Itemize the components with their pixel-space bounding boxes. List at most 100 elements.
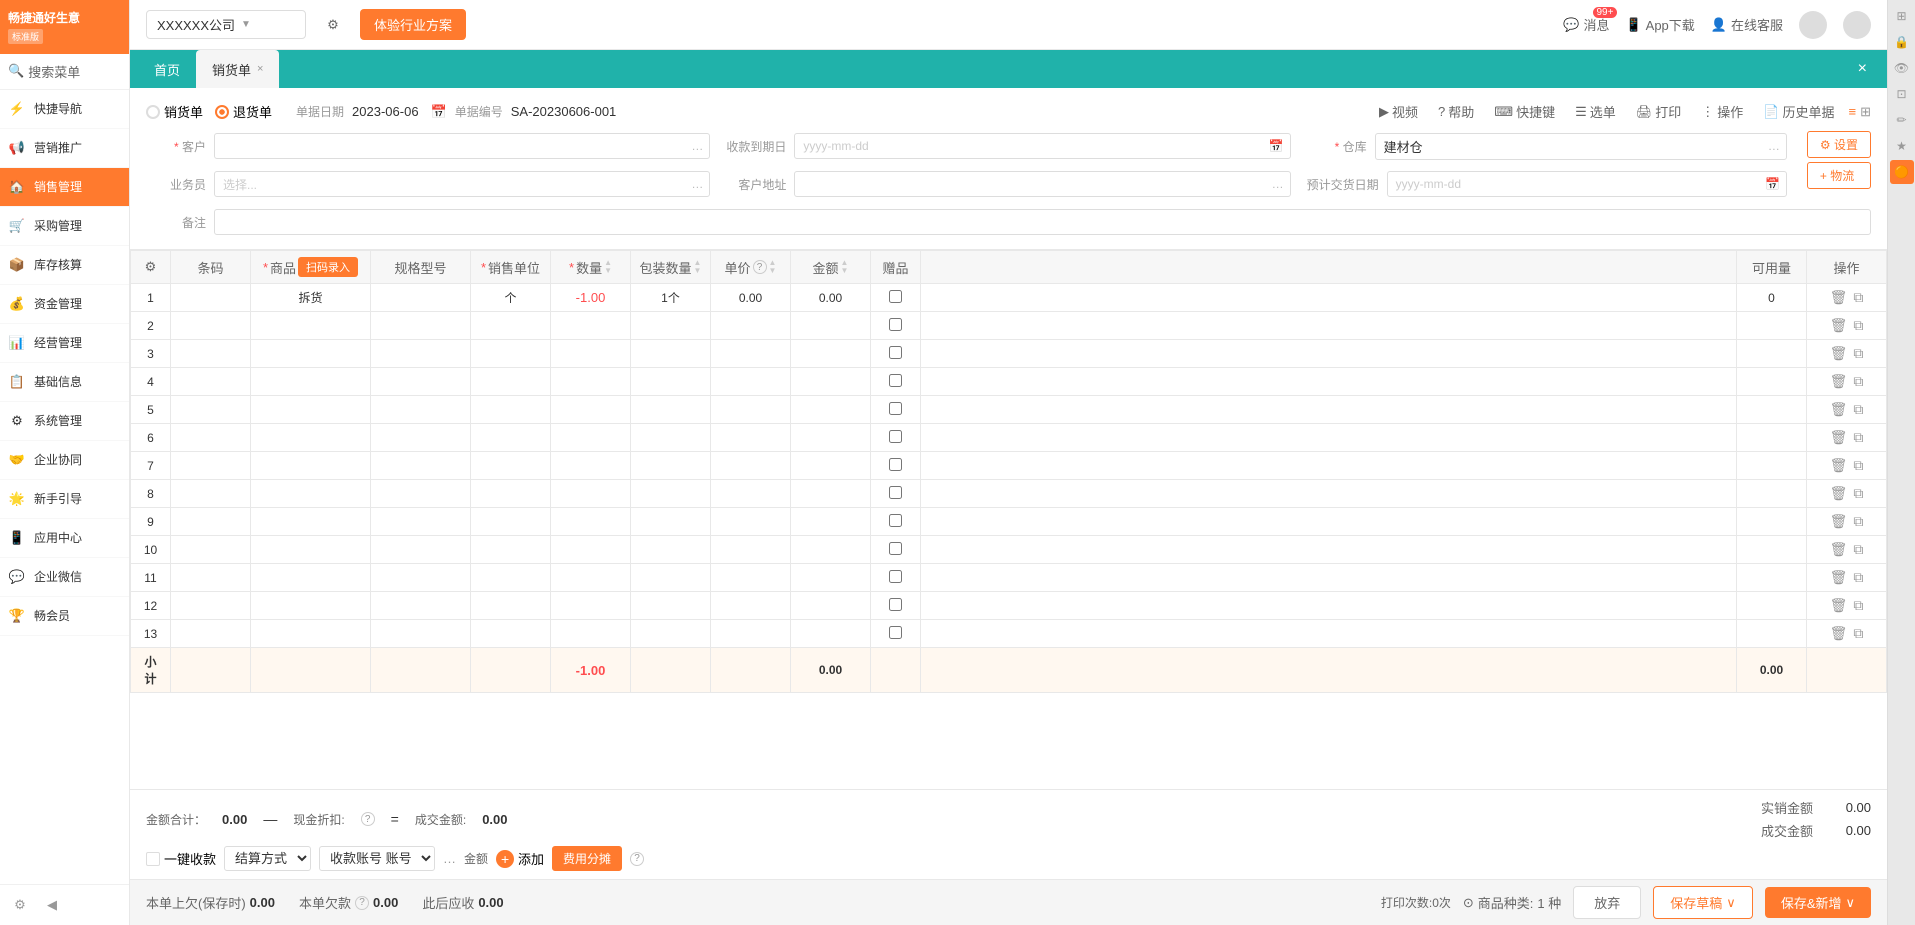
- right-tool-7[interactable]: 🟠: [1890, 160, 1914, 184]
- right-tool-2[interactable]: 🔒: [1890, 30, 1914, 54]
- sidebar-item-quick-nav[interactable]: ⚡ 快捷导航: [0, 90, 129, 129]
- row-qty-1[interactable]: -1.00: [551, 284, 631, 312]
- gift-checkbox-6[interactable]: [889, 430, 902, 443]
- copy-row-8-icon[interactable]: ⧉: [1853, 485, 1863, 502]
- row-spec-2[interactable]: [371, 312, 471, 340]
- company-select[interactable]: XXXXXX公司 ▼: [146, 10, 306, 39]
- settings-bottom-icon[interactable]: ⚙: [8, 893, 32, 917]
- radio-return[interactable]: 退货单: [215, 102, 272, 121]
- row-unit-2[interactable]: [471, 312, 551, 340]
- user-avatar2[interactable]: [1843, 11, 1871, 39]
- delete-row-11-icon[interactable]: 🗑: [1830, 569, 1848, 586]
- sidebar-item-member[interactable]: 🏆 畅会员: [0, 597, 129, 636]
- delete-row-1-icon[interactable]: 🗑: [1830, 289, 1848, 306]
- gift-checkbox-7[interactable]: [889, 458, 902, 471]
- sidebar-item-newguide[interactable]: 🌟 新手引导: [0, 480, 129, 519]
- price-help-icon[interactable]: ?: [753, 260, 767, 274]
- shortcut-button[interactable]: ⌨ 快捷键: [1488, 100, 1561, 123]
- right-tool-4[interactable]: ⊡: [1890, 82, 1914, 106]
- row-price-2[interactable]: [711, 312, 791, 340]
- row-spec-1[interactable]: [371, 284, 471, 312]
- copy-row-13-icon[interactable]: ⧉: [1853, 625, 1863, 642]
- payment-date-input[interactable]: yyyy-mm-dd 📅: [794, 133, 1290, 159]
- row-product-1[interactable]: 拆货: [251, 284, 371, 312]
- right-tool-6[interactable]: ★: [1890, 134, 1914, 158]
- row-qty-2[interactable]: [551, 312, 631, 340]
- collapse-icon[interactable]: ◀: [40, 893, 64, 917]
- sidebar-item-appstore[interactable]: 📱 应用中心: [0, 519, 129, 558]
- payment-account-select[interactable]: 收款账号 账号: [319, 846, 435, 871]
- help-button[interactable]: ? 帮助: [1432, 100, 1480, 123]
- gift-checkbox-3[interactable]: [889, 346, 902, 359]
- expense-help-icon[interactable]: ?: [630, 852, 644, 866]
- delete-row-3-icon[interactable]: 🗑: [1830, 345, 1848, 362]
- sidebar-item-marketing[interactable]: 📢 营销推广: [0, 129, 129, 168]
- logistics-button[interactable]: + 物流: [1807, 162, 1871, 189]
- window-close-button[interactable]: ×: [1858, 60, 1879, 78]
- history-button[interactable]: 📄 历史单据: [1757, 100, 1840, 123]
- expected-date-input[interactable]: yyyy-mm-dd 📅: [1387, 171, 1787, 197]
- row-amount-2[interactable]: [791, 312, 871, 340]
- customer-addr-input[interactable]: …: [794, 171, 1290, 197]
- right-tool-5[interactable]: ✏: [1890, 108, 1914, 132]
- trial-button[interactable]: 体验行业方案: [360, 9, 466, 40]
- salesperson-input[interactable]: 选择... …: [214, 171, 710, 197]
- copy-row-2-icon[interactable]: ⧉: [1853, 317, 1863, 334]
- save-draft-button[interactable]: 保存草稿 ∨: [1653, 886, 1753, 919]
- row-price-1[interactable]: 0.00: [711, 284, 791, 312]
- copy-row-7-icon[interactable]: ⧉: [1853, 457, 1863, 474]
- settings-gear-button[interactable]: ⚙: [318, 10, 348, 40]
- list-view-icon[interactable]: ≡: [1849, 104, 1857, 120]
- copy-row-12-icon[interactable]: ⧉: [1853, 597, 1863, 614]
- row-barcode-2[interactable]: [171, 312, 251, 340]
- operate-button[interactable]: ⋮ 操作: [1695, 100, 1749, 123]
- gift-checkbox-13[interactable]: [889, 626, 902, 639]
- row-amount-1[interactable]: 0.00: [791, 284, 871, 312]
- settings-button[interactable]: ⚙ 设置: [1807, 131, 1871, 158]
- gift-checkbox-4[interactable]: [889, 374, 902, 387]
- row-product-2[interactable]: [251, 312, 371, 340]
- tab-sales-order[interactable]: 销货单 ×: [196, 50, 279, 88]
- one-click-payment[interactable]: 一键收款: [146, 849, 216, 868]
- right-tool-1[interactable]: ⊞: [1890, 4, 1914, 28]
- video-button[interactable]: ▶ 视频: [1373, 100, 1424, 123]
- delete-row-5-icon[interactable]: 🗑: [1830, 401, 1848, 418]
- search-menu[interactable]: 🔍 搜索菜单: [0, 54, 129, 90]
- select-button[interactable]: ☰ 选单: [1569, 100, 1622, 123]
- row-pkgqty-2[interactable]: [631, 312, 711, 340]
- owe-help-icon[interactable]: ?: [355, 896, 369, 910]
- copy-row-10-icon[interactable]: ⧉: [1853, 541, 1863, 558]
- gift-checkbox-5[interactable]: [889, 402, 902, 415]
- sidebar-item-operations[interactable]: 📊 经营管理: [0, 324, 129, 363]
- warehouse-input[interactable]: 建材仓 …: [1375, 133, 1787, 160]
- delete-row-9-icon[interactable]: 🗑: [1830, 513, 1848, 530]
- delete-row-12-icon[interactable]: 🗑: [1830, 597, 1848, 614]
- date-calendar-icon[interactable]: 📅: [431, 104, 447, 120]
- online-service-button[interactable]: 👤 在线客服: [1711, 15, 1783, 34]
- expense-split-button[interactable]: 费用分摊: [552, 846, 622, 871]
- copy-row-6-icon[interactable]: ⧉: [1853, 429, 1863, 446]
- copy-row-3-icon[interactable]: ⧉: [1853, 345, 1863, 362]
- gift-checkbox-1[interactable]: [889, 290, 902, 303]
- sidebar-item-sales[interactable]: 🏠 销售管理: [0, 168, 129, 207]
- copy-row-5-icon[interactable]: ⧉: [1853, 401, 1863, 418]
- save-new-button[interactable]: 保存&新增 ∨: [1765, 887, 1871, 918]
- app-download-button[interactable]: 📱 App下载: [1625, 15, 1694, 34]
- table-container[interactable]: ⚙ 条码 * 商品 扫码录入: [130, 250, 1887, 789]
- print-button[interactable]: 🖨 打印: [1630, 100, 1688, 123]
- discount-help-icon[interactable]: ?: [361, 812, 375, 826]
- tab-home[interactable]: 首页: [138, 50, 196, 88]
- account-dots-icon[interactable]: …: [443, 851, 456, 866]
- gift-checkbox-10[interactable]: [889, 542, 902, 555]
- sidebar-item-system[interactable]: ⚙ 系统管理: [0, 402, 129, 441]
- row-unit-1[interactable]: 个: [471, 284, 551, 312]
- scan-button[interactable]: 扫码录入: [298, 257, 358, 277]
- copy-row-1-icon[interactable]: ⧉: [1853, 289, 1863, 306]
- delete-row-2-icon[interactable]: 🗑: [1830, 317, 1848, 334]
- message-button[interactable]: 💬 消息 99+: [1563, 15, 1609, 34]
- right-tool-3[interactable]: 👁: [1890, 56, 1914, 80]
- delete-row-7-icon[interactable]: 🗑: [1830, 457, 1848, 474]
- delete-row-13-icon[interactable]: 🗑: [1830, 625, 1848, 642]
- user-avatar[interactable]: [1799, 11, 1827, 39]
- th-config[interactable]: ⚙: [131, 251, 171, 284]
